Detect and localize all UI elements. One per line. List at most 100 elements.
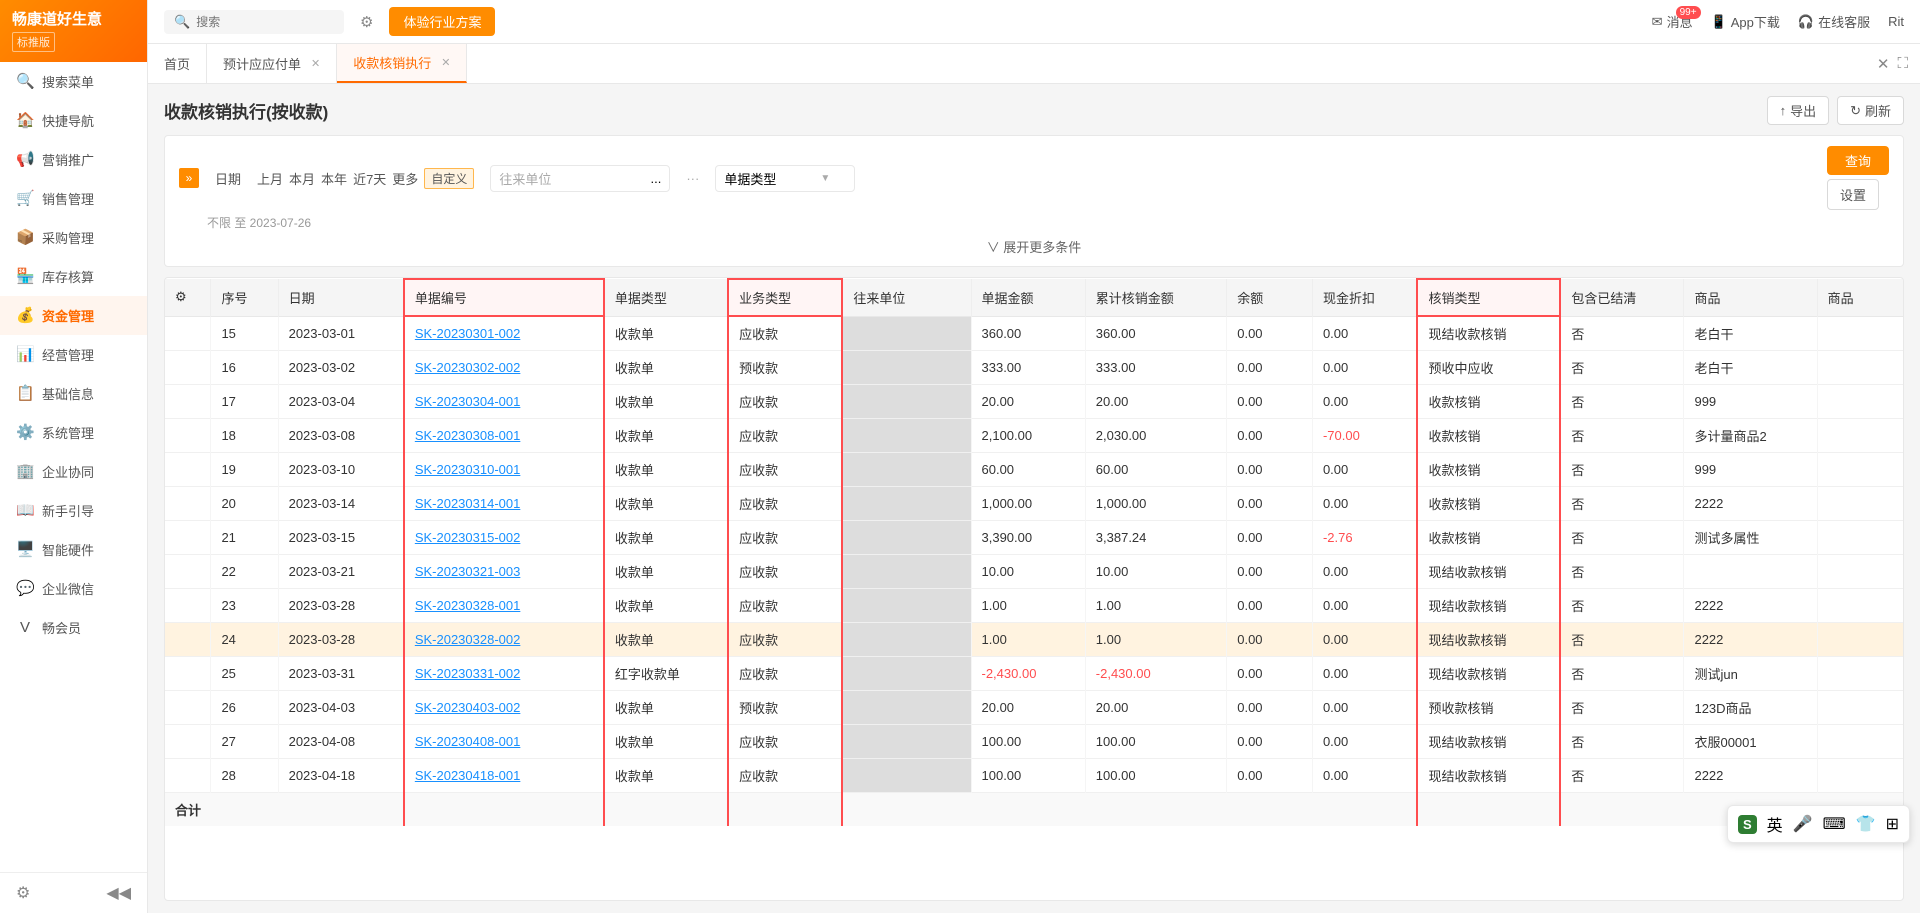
table-gear-icon[interactable]: ⚙ (175, 289, 187, 304)
sidebar-item-wechat[interactable]: 💬 企业微信 (0, 569, 147, 608)
table-cell: 多计量商品2 (1684, 419, 1817, 453)
ime-mic-icon[interactable]: 🎤 (1793, 814, 1813, 834)
table-cell[interactable]: SK-20230308-001 (404, 419, 604, 453)
date-option-this-month[interactable]: 本月 (289, 169, 315, 188)
table-cell: 0.00 (1312, 555, 1417, 589)
custom-date-button[interactable]: 自定义 (424, 168, 474, 189)
table-cell: 现结收款核销 (1417, 555, 1560, 589)
date-option-this-year[interactable]: 本年 (321, 169, 347, 188)
app-download-button[interactable]: 📱 App下载 (1711, 12, 1780, 31)
gear-icon[interactable]: ⚙ (360, 13, 373, 31)
settings-bottom-icon[interactable]: ⚙ (16, 883, 30, 903)
tab-prepay-orders[interactable]: 预计应应付单 ✕ (207, 44, 337, 83)
close-tab-action-icon[interactable]: ✕ (1877, 55, 1890, 73)
sidebar-item-hardware[interactable]: 🖥️ 智能硬件 (0, 530, 147, 569)
table-cell[interactable]: SK-20230331-002 (404, 657, 604, 691)
table-cell: 20.00 (1085, 691, 1226, 725)
inventory-icon: 🏪 (16, 267, 34, 285)
sidebar-item-guide[interactable]: 🏠 快捷导航 (0, 101, 147, 140)
table-cell: 2222 (1684, 759, 1817, 793)
table-cell: 100.00 (971, 759, 1085, 793)
sidebar-item-label: 销售管理 (42, 189, 94, 208)
table-row: 222023-03-21SK-20230321-003收款单应收款10.0010… (165, 555, 1903, 589)
sidebar-item-search[interactable]: 🔍 搜索菜单 (0, 62, 147, 101)
collapse-icon[interactable]: ◀◀ (106, 883, 131, 903)
expand-tab-icon[interactable]: ⛶ (1897, 55, 1908, 72)
table-wrapper[interactable]: ⚙ 序号 日期 单据编号 单据类型 业务类型 往来单位 单据金额 累计核销金额 … (165, 278, 1903, 900)
filter-toggle-button[interactable]: » (179, 168, 199, 188)
online-service-button[interactable]: 🎧 在线客服 (1798, 12, 1870, 31)
table-cell: 24 (211, 623, 278, 657)
sidebar-item-system[interactable]: ⚙️ 系统管理 (0, 413, 147, 452)
table-cell[interactable]: SK-20230328-002 (404, 623, 604, 657)
table-cell: 2023-03-28 (278, 589, 404, 623)
sidebar-item-marketing[interactable]: 📢 营销推广 (0, 140, 147, 179)
expand-label: ∨ 展开更多条件 (987, 237, 1082, 256)
sidebar-item-inventory[interactable]: 🏪 库存核算 (0, 257, 147, 296)
query-button[interactable]: 查询 (1827, 146, 1889, 175)
table-cell[interactable]: SK-20230403-002 (404, 691, 604, 725)
table-cell[interactable]: SK-20230315-002 (404, 521, 604, 555)
notification-button[interactable]: ✉ 消息 99+ (1652, 12, 1693, 31)
tab-receivables-exec[interactable]: 收款核销执行 ✕ (337, 44, 467, 83)
date-option-more[interactable]: 更多 (392, 169, 418, 188)
table-cell (1817, 657, 1903, 691)
table-cell[interactable]: SK-20230301-002 (404, 316, 604, 351)
refresh-button[interactable]: ↻ 刷新 (1837, 96, 1904, 125)
tab-home[interactable]: 首页 (148, 44, 207, 83)
table-cell: 2023-03-31 (278, 657, 404, 691)
close-tab-prepay-icon[interactable]: ✕ (311, 57, 320, 70)
sidebar-item-member[interactable]: V 畅会员 (0, 608, 147, 647)
table-cell: 老白干 (1684, 351, 1817, 385)
table-cell: 收款核销 (1417, 419, 1560, 453)
topbar-search-box[interactable]: 🔍 (164, 10, 344, 34)
table-cell: 2,030.00 (1085, 419, 1226, 453)
sidebar-item-newbie[interactable]: 📖 新手引导 (0, 491, 147, 530)
table-cell: 0.00 (1227, 691, 1313, 725)
date-option-prev-month[interactable]: 上月 (257, 169, 283, 188)
sidebar-item-finance[interactable]: 💰 资金管理 (0, 296, 147, 335)
table-cell: 0.00 (1227, 419, 1313, 453)
unit-filter[interactable]: 往来单位 ... (490, 165, 670, 192)
table-row: 272023-04-08SK-20230408-001收款单应收款100.001… (165, 725, 1903, 759)
table-cell: 0.00 (1227, 759, 1313, 793)
table-row: 192023-03-10SK-20230310-001收款单应收款60.0060… (165, 453, 1903, 487)
expand-more-button[interactable]: ∨ 展开更多条件 (179, 237, 1889, 256)
ime-shirt-icon[interactable]: 👕 (1856, 814, 1876, 834)
col-header-gear[interactable]: ⚙ (165, 279, 211, 316)
table-cell: 0.00 (1312, 657, 1417, 691)
ime-grid-icon[interactable]: ⊞ (1886, 814, 1899, 834)
table-cell: 100.00 (1085, 725, 1226, 759)
close-tab-receivables-icon[interactable]: ✕ (441, 56, 450, 69)
solution-button[interactable]: 体验行业方案 (389, 7, 495, 36)
sidebar-item-sales[interactable]: 🛒 销售管理 (0, 179, 147, 218)
sidebar-item-enterprise[interactable]: 🏢 企业协同 (0, 452, 147, 491)
sidebar-item-basic[interactable]: 📋 基础信息 (0, 374, 147, 413)
table-cell[interactable]: SK-20230321-003 (404, 555, 604, 589)
table-cell: 2023-03-15 (278, 521, 404, 555)
table-cell[interactable]: SK-20230418-001 (404, 759, 604, 793)
table-cell[interactable]: SK-20230304-001 (404, 385, 604, 419)
table-cell: 应收款 (728, 316, 842, 351)
col-header-doc-num: 单据编号 (404, 279, 604, 316)
table-row: 212023-03-15SK-20230315-002收款单应收款3,390.0… (165, 521, 1903, 555)
sidebar-item-purchase[interactable]: 📦 采购管理 (0, 218, 147, 257)
export-button[interactable]: ↑ 导出 (1767, 96, 1830, 125)
sidebar-item-operation[interactable]: 📊 经营管理 (0, 335, 147, 374)
table-cell (1817, 351, 1903, 385)
table-cell[interactable]: SK-20230310-001 (404, 453, 604, 487)
table-cell[interactable]: SK-20230302-002 (404, 351, 604, 385)
sidebar-item-label: 营销推广 (42, 150, 94, 169)
search-input[interactable] (196, 15, 316, 29)
table-cell[interactable]: SK-20230328-001 (404, 589, 604, 623)
ime-lang-label[interactable]: 英 (1767, 812, 1783, 836)
type-filter[interactable]: 单据类型 ▼ (715, 165, 855, 192)
table-cell[interactable]: SK-20230314-001 (404, 487, 604, 521)
ime-keyboard-icon[interactable]: ⌨ (1823, 814, 1846, 834)
table-cell[interactable]: SK-20230408-001 (404, 725, 604, 759)
date-option-7days[interactable]: 近7天 (353, 169, 386, 188)
table-cell (1817, 623, 1903, 657)
user-avatar[interactable]: Rit (1888, 14, 1904, 29)
table-cell (165, 385, 211, 419)
filter-settings-button[interactable]: 设置 (1827, 179, 1879, 210)
